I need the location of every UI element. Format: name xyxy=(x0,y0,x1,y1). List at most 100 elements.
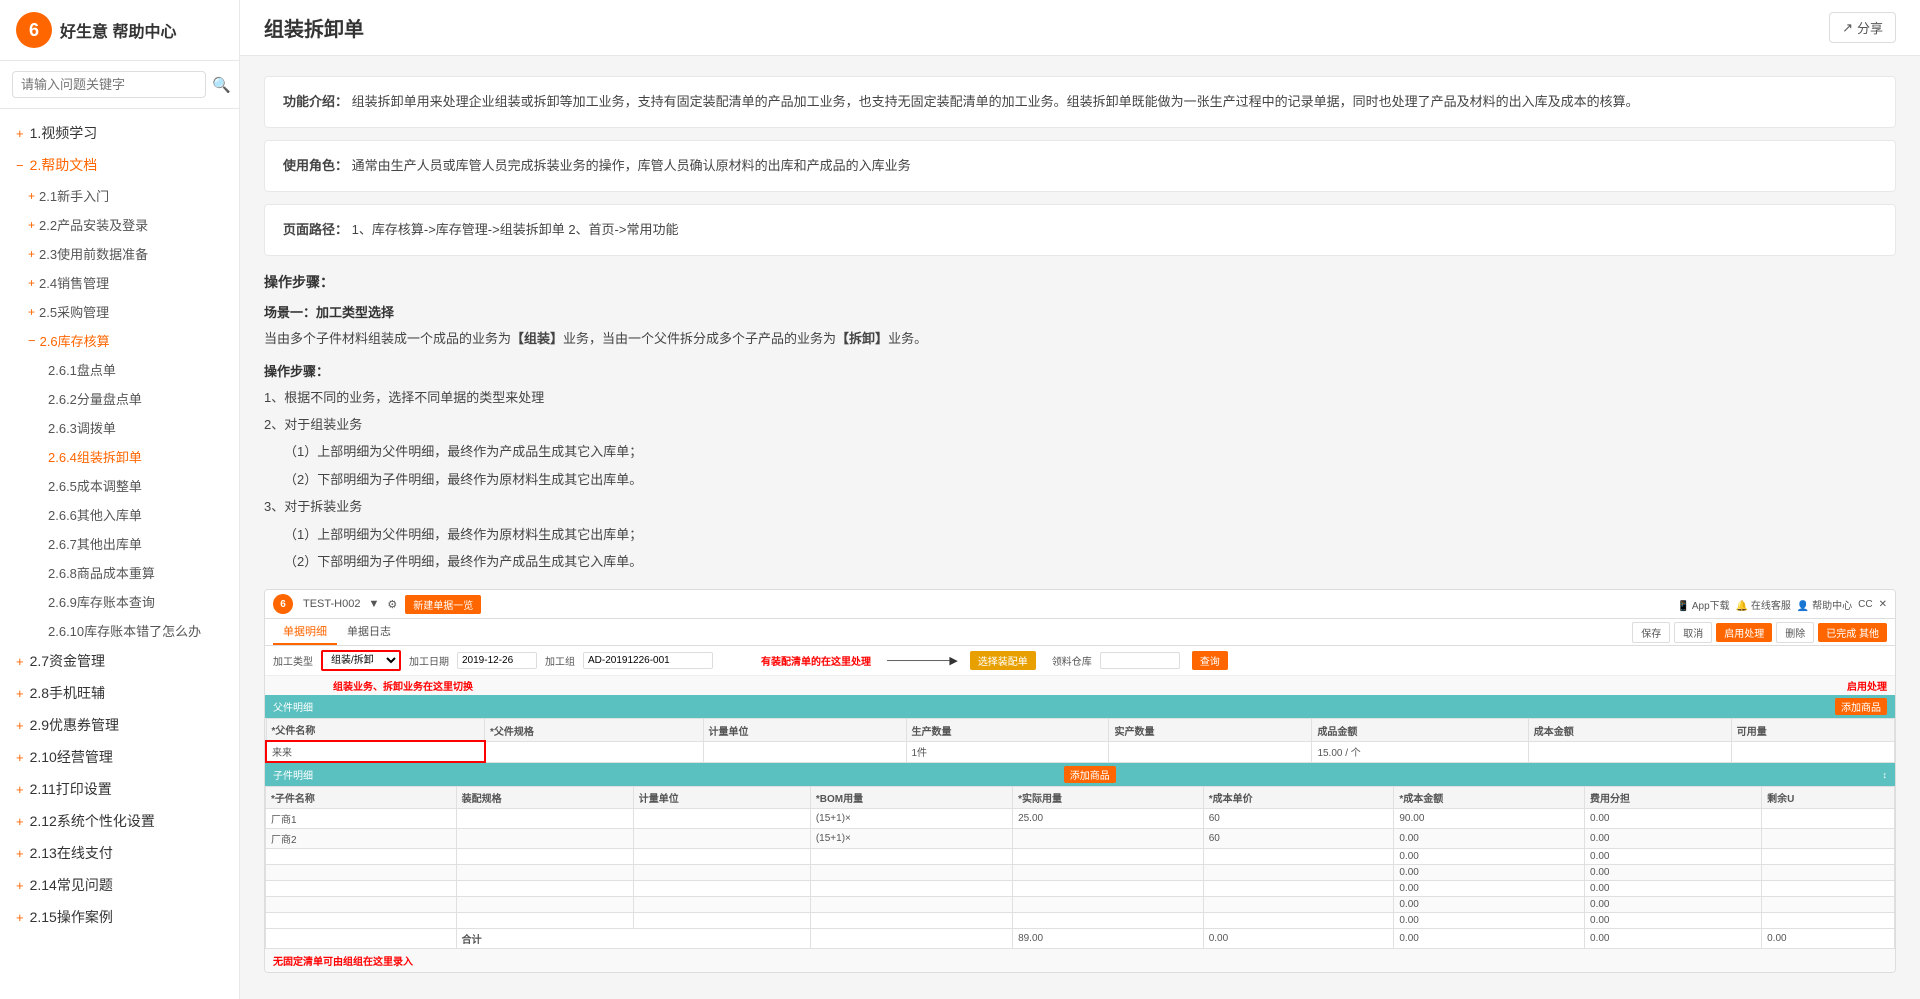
annotation-enable: 启用处理 xyxy=(1847,678,1887,693)
path-text: 1、库存核算->库存管理->组装拆卸单 2、首页->常用功能 xyxy=(352,222,679,237)
sidebar-item-payment[interactable]: + 2.13在线支付 xyxy=(0,837,239,869)
sidebar-item-cost-recalc[interactable]: 2.6.8商品成本重算 xyxy=(48,558,239,587)
mock-lower-header-row: *子件名称 装配规格 计量单位 *BOM用量 *实际用量 *成本单价 *成本金额… xyxy=(266,787,1895,809)
sidebar-item-help-docs[interactable]: − 2.帮助文档 xyxy=(0,149,239,181)
mock-save-btn[interactable]: 保存 xyxy=(1632,622,1670,643)
sidebar-item-inventory[interactable]: − 2.6库存核算 xyxy=(28,326,239,355)
mock-nav: TEST-H002 ▼ ⚙ 新建单据一览 xyxy=(303,595,481,614)
topbar: 组装拆卸单 ↗ 分享 xyxy=(240,0,1920,56)
mock-upper-th-4: 生产数量 xyxy=(906,719,1109,742)
ops-title: 操作步骤： xyxy=(264,272,1896,292)
share-icon: ↗ xyxy=(1842,20,1853,36)
sidebar-section-label: 2.7资金管理 xyxy=(30,651,105,671)
sidebar-item-ledger-query[interactable]: 2.6.9库存账本查询 xyxy=(48,587,239,616)
mock-upper-th-1: *父件名称 xyxy=(266,719,485,742)
mock-lower-add-btn[interactable]: 添加商品 xyxy=(1064,766,1116,783)
mock-top-right: 📱 App下载 🔔 在线客服 👤 帮助中心 CC ✕ xyxy=(1677,597,1887,612)
sidebar-item-assembly[interactable]: 2.6.4组装拆卸单 xyxy=(48,442,239,471)
sidebar-section-label: 2.11打印设置 xyxy=(30,779,112,799)
annotation-switch: 组装业务、拆卸业务在这里切换 xyxy=(333,678,473,693)
path-block: 页面路径： 1、库存核算->库存管理->组装拆卸单 2、首页->常用功能 xyxy=(264,204,1896,256)
sidebar-section-label: 2.8手机旺辅 xyxy=(30,683,105,703)
sidebar-item-beginner[interactable]: + 2.1新手入门 xyxy=(28,181,239,210)
mock-upper-header-row: *父件名称 *父件规格 计量单位 生产数量 实产数量 成品金额 成本金额 可用量 xyxy=(266,719,1895,742)
sidebar-section-label: 2.9优惠券管理 xyxy=(30,715,119,735)
mock-lower-row-7: 0.000.00 xyxy=(266,913,1895,929)
sidebar-item-purchase[interactable]: + 2.5采购管理 xyxy=(28,297,239,326)
mock-delete-btn[interactable]: 删除 xyxy=(1776,622,1814,643)
sidebar-item-partial-stocktake[interactable]: 2.6.2分量盘点单 xyxy=(48,384,239,413)
sidebar-item-cost-adjust[interactable]: 2.6.5成本调整单 xyxy=(48,471,239,500)
mock-annotation-row: 组装业务、拆卸业务在这里切换 启用处理 xyxy=(265,676,1895,695)
mock-new-btn[interactable]: 新建单据一览 xyxy=(405,595,481,614)
mock-upper-th-6: 成品金额 xyxy=(1312,719,1528,742)
mock-lower-row-5: 0.000.00 xyxy=(266,881,1895,897)
mock-select-bom-btn[interactable]: 选择装配单 xyxy=(970,651,1036,670)
sidebar-item-other-out[interactable]: 2.6.7其他出库单 xyxy=(48,529,239,558)
nav-tree: + 1.视频学习 − 2.帮助文档 + 2.1新手入门 + 2.2产品安装及登录… xyxy=(0,109,239,999)
role-block: 使用角色： 通常由生产人员或库管人员完成拆装业务的操作，库管人员确认原材料的出库… xyxy=(264,140,1896,192)
mock-use-btn[interactable]: 查询 xyxy=(1192,651,1228,670)
sidebar-item-install[interactable]: + 2.2产品安装及登录 xyxy=(28,210,239,239)
content-area: 功能介绍： 组装拆卸单用来处理企业组装或拆卸等加工业务，支持有固定装配清单的产品… xyxy=(240,56,1920,999)
mock-tab-log[interactable]: 单据日志 xyxy=(337,619,401,645)
sidebar-item-ops[interactable]: + 2.10经营管理 xyxy=(0,741,239,773)
scene-desc: 当由多个子件材料组装成一个成品的业务为【组装】业务，当由一个父件拆分成多个子产品… xyxy=(264,327,1896,350)
nav-sub-inventory: 2.6.1盘点单 2.6.2分量盘点单 2.6.3调拨单 2.6.4组装拆卸单 … xyxy=(28,355,239,645)
mock-warehouse-input[interactable] xyxy=(1100,652,1180,669)
sidebar-item-finance[interactable]: + 2.7资金管理 xyxy=(0,645,239,677)
mock-group-input[interactable] xyxy=(583,652,713,669)
sidebar-section-label: 2.14常见问题 xyxy=(30,875,113,895)
mock-type-select[interactable]: 组装/拆卸 组装 拆卸 xyxy=(321,650,401,671)
share-button[interactable]: ↗ 分享 xyxy=(1829,12,1896,43)
scene-title: 场景一：加工类型选择 xyxy=(264,302,1896,321)
mock-upper-th-2: *父件规格 xyxy=(485,719,704,742)
mock-tabs: 单据明细 单据日志 保存 取消 启用处理 删除 已完成 其他 xyxy=(265,619,1895,646)
sidebar-item-coupon[interactable]: + 2.9优惠券管理 xyxy=(0,709,239,741)
path-label: 页面路径： xyxy=(283,222,348,237)
mock-form-row1: 加工类型 组装/拆卸 组装 拆卸 加工日期 加工组 有装配清单的在这里处理 ──… xyxy=(265,646,1895,676)
sidebar-item-sales[interactable]: + 2.4销售管理 xyxy=(28,268,239,297)
mock-upper-add-btn[interactable]: 添加商品 xyxy=(1835,698,1887,715)
sidebar: 6 好生意 帮助中心 🔍 + 1.视频学习 − 2.帮助文档 + 2.1新手入门… xyxy=(0,0,240,999)
mock-upper-th-5: 实产数量 xyxy=(1109,719,1312,742)
sidebar-item-cases[interactable]: + 2.15操作案例 xyxy=(0,901,239,933)
step2-1: （1）上部明细为父件明细，最终作为产成品生成其它入库单； xyxy=(264,440,1896,463)
sidebar-item-ledger-fix[interactable]: 2.6.10库存账本错了怎么办 xyxy=(48,616,239,645)
search-button[interactable]: 🔍 xyxy=(212,76,231,94)
mock-upper-table: *父件名称 *父件规格 计量单位 生产数量 实产数量 成品金额 成本金额 可用量 xyxy=(265,718,1895,763)
sidebar-item-customize[interactable]: + 2.12系统个性化设置 xyxy=(0,805,239,837)
mock-lower-row-6: 0.000.00 xyxy=(266,897,1895,913)
func-intro-text: 组装拆卸单用来处理企业组装或拆卸等加工业务，支持有固定装配清单的产品加工业务，也… xyxy=(352,94,1639,109)
sidebar-item-mobile[interactable]: + 2.8手机旺辅 xyxy=(0,677,239,709)
mock-action-btns: 保存 取消 启用处理 删除 已完成 其他 xyxy=(1632,619,1887,645)
mock-process-btn[interactable]: 启用处理 xyxy=(1716,623,1772,642)
mock-footer-annotation: 无固定清单可由组组在这里录入 xyxy=(265,949,1895,972)
steps-sub-title: 操作步骤： xyxy=(264,361,1896,380)
sidebar-item-transfer[interactable]: 2.6.3调拨单 xyxy=(48,413,239,442)
mock-date-input[interactable] xyxy=(457,652,537,669)
mock-upper-section-title: 父件明细 添加商品 xyxy=(265,695,1895,718)
mock-lower-section-title: 子件明细 添加商品 ↕ xyxy=(265,763,1895,786)
mock-tab-detail[interactable]: 单据明细 xyxy=(273,619,337,645)
sidebar-item-stocktake[interactable]: 2.6.1盘点单 xyxy=(48,355,239,384)
mock-lower-table: *子件名称 装配规格 计量单位 *BOM用量 *实际用量 *成本单价 *成本金额… xyxy=(265,786,1895,949)
sidebar-item-faq[interactable]: + 2.14常见问题 xyxy=(0,869,239,901)
main-content: 组装拆卸单 ↗ 分享 功能介绍： 组装拆卸单用来处理企业组装或拆卸等加工业务，支… xyxy=(240,0,1920,999)
sidebar-item-print[interactable]: + 2.11打印设置 xyxy=(0,773,239,805)
page-title: 组装拆卸单 xyxy=(264,13,364,42)
step3: 3、对于拆装业务 xyxy=(264,495,1896,518)
annotation-has-bom: 有装配清单的在这里处理 xyxy=(761,653,871,668)
mock-complete-btn[interactable]: 已完成 其他 xyxy=(1818,623,1887,642)
role-label: 使用角色： xyxy=(283,158,348,173)
step2: 2、对于组装业务 xyxy=(264,413,1896,436)
search-input[interactable] xyxy=(12,71,206,98)
sidebar-item-other-in[interactable]: 2.6.6其他入库单 xyxy=(48,500,239,529)
func-intro-label: 功能介绍： xyxy=(283,94,348,109)
sidebar-item-data-prep[interactable]: + 2.3使用前数据准备 xyxy=(28,239,239,268)
func-intro-block: 功能介绍： 组装拆卸单用来处理企业组装或拆卸等加工业务，支持有固定装配清单的产品… xyxy=(264,76,1896,128)
mock-titlebar: 6 TEST-H002 ▼ ⚙ 新建单据一览 📱 App下载 🔔 在线客服 👤 … xyxy=(265,590,1895,619)
mock-cancel-btn[interactable]: 取消 xyxy=(1674,622,1712,643)
sidebar-item-videos[interactable]: + 1.视频学习 xyxy=(0,117,239,149)
sidebar-section-label: 2.10经营管理 xyxy=(30,747,113,767)
